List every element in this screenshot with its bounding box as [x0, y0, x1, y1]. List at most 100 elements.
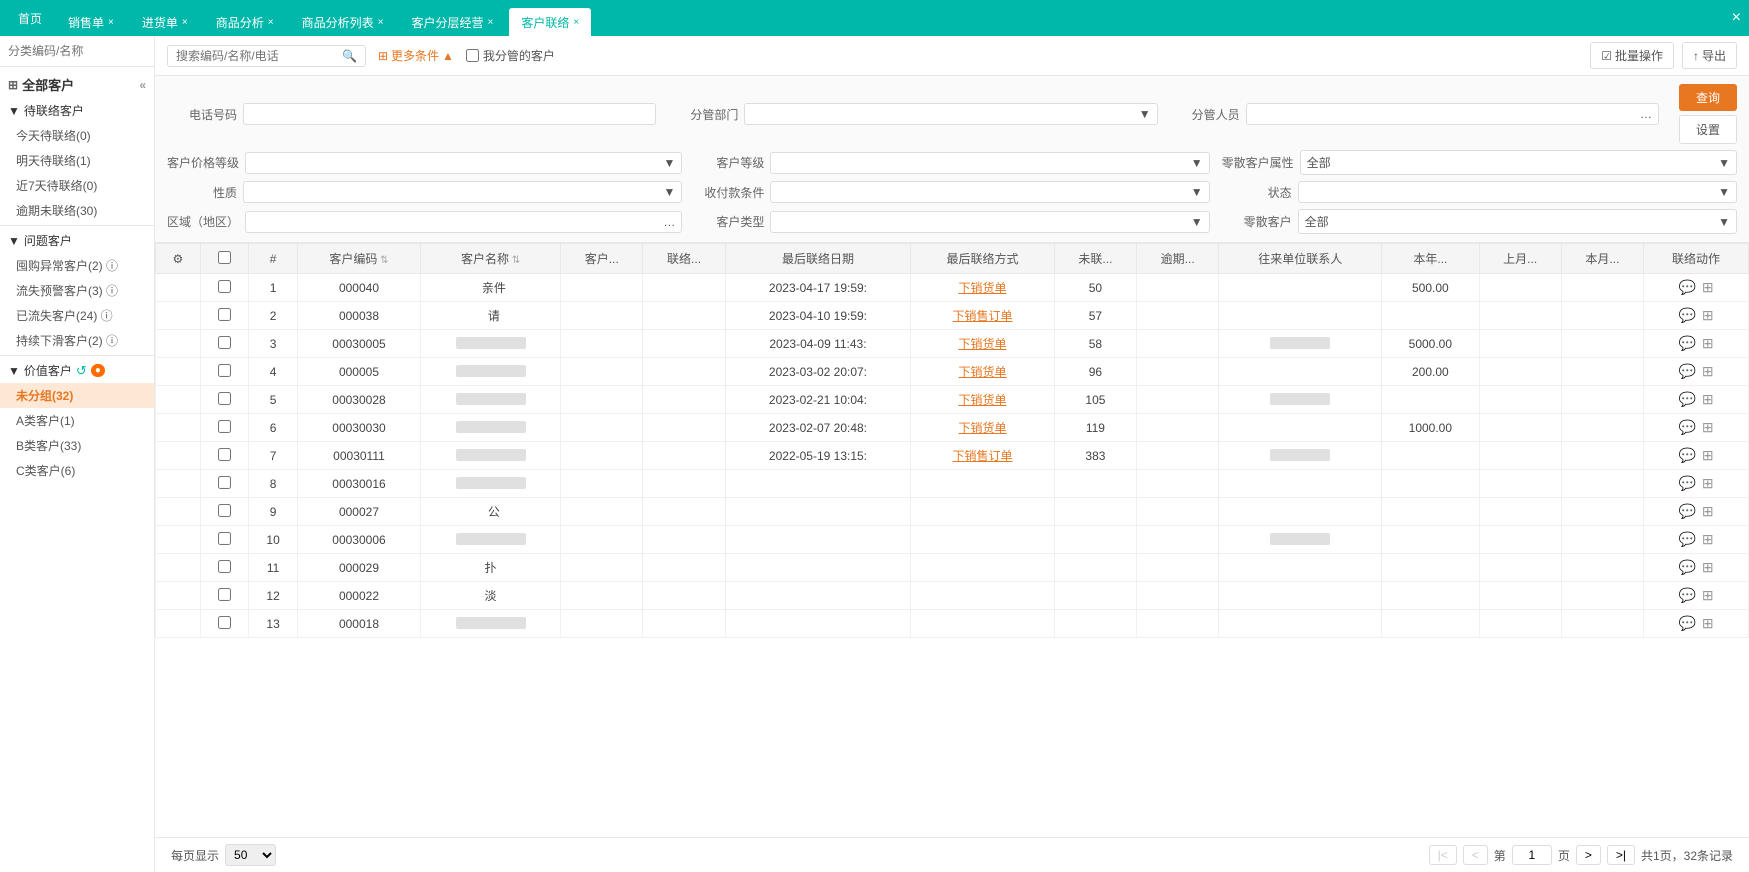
cell-last-method[interactable]: 下销货单 [911, 358, 1055, 386]
cell-last-method[interactable]: 下销货单 [911, 414, 1055, 442]
close-purchase-tab[interactable]: × [182, 17, 188, 28]
chat-icon[interactable]: 💬 [1678, 335, 1695, 352]
sidebar-item-a-class[interactable]: A类客户(1) [0, 408, 154, 433]
grid-action-icon[interactable]: ⊞ [1702, 615, 1714, 632]
grid-action-icon[interactable]: ⊞ [1702, 559, 1714, 576]
grid-action-icon[interactable]: ⊞ [1702, 475, 1714, 492]
col-last-date[interactable]: 最后联络日期 [725, 244, 911, 274]
cell-checkbox[interactable] [200, 554, 248, 582]
grid-action-icon[interactable]: ⊞ [1702, 587, 1714, 604]
cell-last-method[interactable]: 下销售订单 [911, 442, 1055, 470]
sidebar-item-declining[interactable]: 持续下滑客户(2) ⓘ [0, 328, 154, 353]
cell-checkbox[interactable] [200, 386, 248, 414]
cell-checkbox[interactable] [200, 414, 248, 442]
cell-checkbox[interactable] [200, 274, 248, 302]
cell-last-method[interactable]: 下销售订单 [911, 302, 1055, 330]
tab-sales[interactable]: 销售单 × [56, 8, 126, 36]
query-btn[interactable]: 查询 [1679, 84, 1737, 111]
col-partner[interactable]: 往来单位联系人 [1219, 244, 1382, 274]
select-all-checkbox[interactable] [218, 251, 231, 264]
cell-last-method[interactable] [911, 610, 1055, 638]
col-name[interactable]: 客户名称 [420, 244, 560, 274]
sidebar-item-c-class[interactable]: C类客户(6) [0, 458, 154, 483]
col-cust-type[interactable]: 客户... [561, 244, 643, 274]
tab-customer-contact[interactable]: 客户联络 × [509, 8, 591, 36]
last-page-btn[interactable]: >| [1607, 845, 1635, 865]
chat-icon[interactable]: 💬 [1678, 587, 1695, 604]
col-this-year[interactable]: 本年... [1382, 244, 1479, 274]
chat-icon[interactable]: 💬 [1678, 531, 1695, 548]
prev-page-btn[interactable]: < [1463, 845, 1488, 865]
close-sales-tab[interactable]: × [108, 17, 114, 28]
refresh-icon[interactable]: ↺ [76, 363, 87, 379]
cell-checkbox[interactable] [200, 470, 248, 498]
retail-attr-dropdown[interactable]: 全部▼ [1300, 150, 1737, 175]
tab-customer-tier[interactable]: 客户分层经营 × [399, 8, 505, 36]
tab-product-analysis[interactable]: 商品分析 × [204, 8, 286, 36]
my-customers-checkbox[interactable]: 我分管的客户 [466, 47, 555, 64]
sidebar-item-7days[interactable]: 近7天待联络(0) [0, 173, 154, 198]
cell-last-method[interactable] [911, 554, 1055, 582]
first-page-btn[interactable]: |< [1429, 845, 1457, 865]
grid-action-icon[interactable]: ⊞ [1702, 363, 1714, 380]
cust-type-dropdown[interactable]: ▼ [770, 211, 1209, 233]
sidebar-item-today[interactable]: 今天待联络(0) [0, 123, 154, 148]
all-customers-label[interactable]: 全部客户 [22, 75, 74, 94]
cell-checkbox[interactable] [200, 302, 248, 330]
cell-checkbox[interactable] [200, 610, 248, 638]
cell-last-method[interactable]: 下销货单 [911, 274, 1055, 302]
sidebar-search-input[interactable] [8, 44, 155, 58]
tab-product-list[interactable]: 商品分析列表 × [290, 8, 396, 36]
cell-checkbox[interactable] [200, 330, 248, 358]
cell-last-method[interactable] [911, 498, 1055, 526]
close-product-list-tab[interactable]: × [378, 17, 384, 28]
close-customer-contact-tab[interactable]: × [573, 17, 579, 28]
grid-action-icon[interactable]: ⊞ [1702, 391, 1714, 408]
grid-action-icon[interactable]: ⊞ [1702, 531, 1714, 548]
export-btn[interactable]: ↑ 导出 [1682, 42, 1737, 69]
chat-icon[interactable]: 💬 [1678, 363, 1695, 380]
sidebar-collapse-icon[interactable]: « [139, 78, 146, 92]
person-dropdown[interactable]: … [1246, 103, 1659, 125]
sidebar-item-overdue[interactable]: 逾期未联络(30) [0, 198, 154, 223]
nature-dropdown[interactable]: ▼ [243, 181, 682, 203]
group-problem[interactable]: ▼ 问题客户 [0, 228, 154, 253]
search-input[interactable] [176, 49, 336, 63]
cell-last-method[interactable] [911, 470, 1055, 498]
cell-last-method[interactable] [911, 582, 1055, 610]
chat-icon[interactable]: 💬 [1678, 419, 1695, 436]
cell-checkbox[interactable] [200, 358, 248, 386]
group-pending-contact[interactable]: ▼ 待联络客户 [0, 98, 154, 123]
chat-icon[interactable]: 💬 [1678, 503, 1695, 520]
page-number-input[interactable] [1512, 845, 1552, 865]
grid-action-icon[interactable]: ⊞ [1702, 279, 1714, 296]
chat-icon[interactable]: 💬 [1678, 475, 1695, 492]
dept-dropdown[interactable]: ▼ [744, 103, 1157, 125]
grid-action-icon[interactable]: ⊞ [1702, 307, 1714, 324]
col-contact[interactable]: 联络... [643, 244, 725, 274]
close-all-tabs[interactable]: × [1732, 9, 1741, 27]
col-settings[interactable]: ⚙ [156, 244, 201, 274]
cell-checkbox[interactable] [200, 526, 248, 554]
chat-icon[interactable]: 💬 [1678, 307, 1695, 324]
grid-action-icon[interactable]: ⊞ [1702, 447, 1714, 464]
sidebar-item-ungroup[interactable]: 未分组(32) [0, 383, 154, 408]
cell-last-method[interactable]: 下销货单 [911, 386, 1055, 414]
reset-btn[interactable]: 设置 [1679, 115, 1737, 144]
chat-icon[interactable]: 💬 [1678, 391, 1695, 408]
group-value[interactable]: ▼ 价值客户 ↺ ● [0, 358, 154, 383]
col-overdue[interactable]: 逾期... [1137, 244, 1219, 274]
my-customers-check[interactable] [466, 49, 479, 62]
payment-terms-dropdown[interactable]: ▼ [770, 181, 1209, 203]
col-this-month[interactable]: 本月... [1561, 244, 1643, 274]
chat-icon[interactable]: 💬 [1678, 615, 1695, 632]
next-page-btn[interactable]: > [1576, 845, 1601, 865]
grid-action-icon[interactable]: ⊞ [1702, 503, 1714, 520]
batch-operation-btn[interactable]: ☑ 批量操作 [1590, 42, 1674, 69]
phone-input[interactable] [243, 103, 656, 125]
col-last-method[interactable]: 最后联络方式 [911, 244, 1055, 274]
sidebar-item-churned[interactable]: 已流失客户(24) ⓘ [0, 303, 154, 328]
region-dropdown[interactable]: … [245, 211, 682, 233]
col-code[interactable]: 客户编码 [298, 244, 421, 274]
chat-icon[interactable]: 💬 [1678, 559, 1695, 576]
